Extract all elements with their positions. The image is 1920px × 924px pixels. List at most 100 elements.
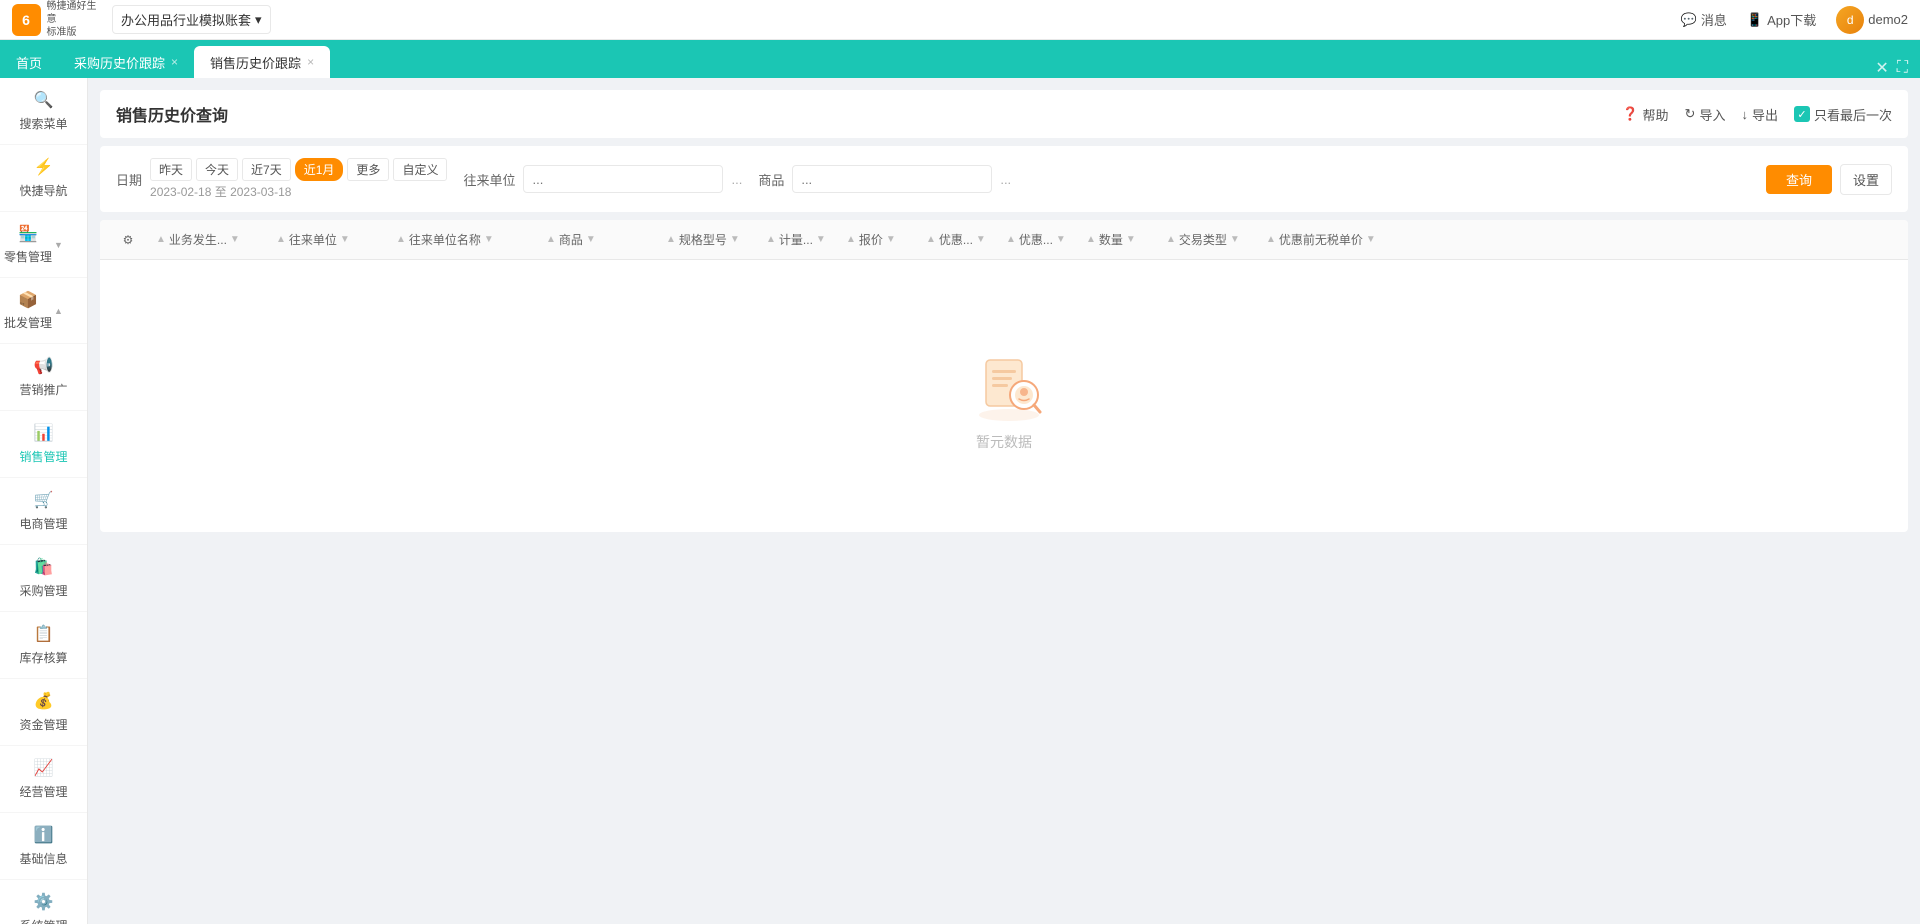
sidebar-item-retail[interactable]: 🏪 零售管理 ▼ xyxy=(0,212,87,278)
sidebar-item-ecommerce[interactable]: 🛒 电商管理 xyxy=(0,478,87,545)
ecommerce-icon: 🛒 xyxy=(34,490,54,510)
th-quantity[interactable]: ▲ 数量 ▼ xyxy=(1078,231,1158,248)
svg-text:6: 6 xyxy=(22,12,30,28)
th-quote[interactable]: ▲ 报价 ▼ xyxy=(838,231,918,248)
sidebar-item-finance[interactable]: 💰 资金管理 xyxy=(0,679,87,746)
sidebar: 🔍 搜索菜单 ⚡ 快捷导航 🏪 零售管理 ▼ 📦 批发管理 ▲ 📢 营销推广 xyxy=(0,78,88,924)
sidebar-item-basic[interactable]: ℹ️ 基础信息 xyxy=(0,813,87,880)
th-unit-code[interactable]: ▲ 往来单位 ▼ xyxy=(268,231,388,248)
th-discount2[interactable]: ▲ 优惠... ▼ xyxy=(998,231,1078,248)
source-label: 往来单位 xyxy=(463,170,515,189)
th-biz-date[interactable]: ▲ 业务发生... ▼ xyxy=(148,231,268,248)
logo-area: 6 畅捷通好生意标准版 xyxy=(12,0,100,39)
tab-sales-close[interactable]: × xyxy=(307,55,314,69)
tab-sales[interactable]: 销售历史价跟踪 × xyxy=(194,46,330,78)
sidebar-item-search[interactable]: 🔍 搜索菜单 xyxy=(0,78,87,145)
close-all-button[interactable]: ✕ xyxy=(1875,58,1888,78)
marketing-icon: 📢 xyxy=(34,356,54,376)
import-button[interactable]: ↻ 导入 xyxy=(1685,105,1726,124)
table-settings-icon: ⚙ xyxy=(123,233,134,247)
tab-home-label: 首页 xyxy=(16,53,42,72)
tab-purchase-close[interactable]: × xyxy=(171,55,178,69)
user-menu[interactable]: d demo2 xyxy=(1836,6,1908,34)
tab-right-buttons: ✕ ⛶ xyxy=(1875,58,1920,78)
th-spec-sort-up: ▲ xyxy=(666,234,676,245)
th-product[interactable]: ▲ 商品 ▼ xyxy=(538,231,658,248)
app-selector[interactable]: 办公用品行业模拟账套 ▾ xyxy=(112,5,271,34)
logo-icon: 6 xyxy=(12,4,41,36)
th-trade-sort-down: ▼ xyxy=(1230,234,1240,245)
sidebar-item-sales-mgmt[interactable]: 📊 销售管理 xyxy=(0,411,87,478)
help-label: 帮助 xyxy=(1643,105,1669,124)
sidebar-item-marketing[interactable]: 📢 营销推广 xyxy=(0,344,87,411)
date-label: 日期 xyxy=(116,170,142,189)
import-label: 导入 xyxy=(1699,105,1725,124)
th-disc1-sort-down: ▼ xyxy=(976,234,986,245)
product-dots-button[interactable]: ... xyxy=(1000,172,1011,187)
message-button[interactable]: 💬 消息 xyxy=(1681,10,1727,29)
source-dots-button[interactable]: ... xyxy=(731,172,742,187)
only-last-checkbox[interactable]: ✓ 只看最后一次 xyxy=(1794,105,1892,124)
sidebar-item-shortcut[interactable]: ⚡ 快捷导航 xyxy=(0,145,87,212)
th-discount1[interactable]: ▲ 优惠... ▼ xyxy=(918,231,998,248)
date-btn-custom[interactable]: 自定义 xyxy=(393,158,447,181)
sidebar-item-inventory[interactable]: 📋 库存核算 xyxy=(0,612,87,679)
app-download-label: App下载 xyxy=(1767,10,1816,29)
date-btn-today[interactable]: 今天 xyxy=(196,158,238,181)
date-range-display: 2023-02-18 至 2023-03-18 xyxy=(150,183,447,200)
sidebar-sales-mgmt-label: 销售管理 xyxy=(19,448,67,465)
th-unit-sort-down: ▼ xyxy=(340,234,350,245)
sidebar-item-system[interactable]: ⚙️ 系统管理 xyxy=(0,880,87,924)
th-disc2-sort-down: ▼ xyxy=(1056,234,1066,245)
date-btn-yesterday[interactable]: 昨天 xyxy=(150,158,192,181)
tab-purchase[interactable]: 采购历史价跟踪 × xyxy=(58,46,194,78)
product-input[interactable] xyxy=(792,165,992,193)
system-icon: ⚙️ xyxy=(34,892,54,912)
product-filter-group: 商品 ... xyxy=(758,165,1011,193)
sidebar-item-operations[interactable]: 📈 经营管理 xyxy=(0,746,87,813)
tab-sales-label: 销售历史价跟踪 xyxy=(210,53,301,72)
sidebar-item-purchase[interactable]: 🛍️ 采购管理 xyxy=(0,545,87,612)
date-btn-more[interactable]: 更多 xyxy=(347,158,389,181)
top-bar: 6 畅捷通好生意标准版 办公用品行业模拟账套 ▾ 💬 消息 📱 App下载 d … xyxy=(0,0,1920,40)
table-settings-col[interactable]: ⚙ xyxy=(108,233,148,247)
sidebar-wholesale-label: 批发管理 xyxy=(4,314,52,331)
maximize-button[interactable]: ⛶ xyxy=(1897,59,1908,77)
query-button[interactable]: 查询 xyxy=(1766,165,1832,194)
table-container: ⚙ ▲ 业务发生... ▼ ▲ 往来单位 ▼ ▲ 往来单位名称 xyxy=(100,220,1908,532)
tab-home[interactable]: 首页 xyxy=(0,46,58,78)
date-btn-last7[interactable]: 近7天 xyxy=(242,158,291,181)
sidebar-item-wholesale[interactable]: 📦 批发管理 ▲ xyxy=(0,278,87,344)
th-pretax-price[interactable]: ▲ 优惠前无税单价 ▼ xyxy=(1258,231,1900,248)
th-product-sort-down: ▼ xyxy=(586,234,596,245)
date-button-group: 昨天 今天 近7天 近1月 更多 自定义 xyxy=(150,158,447,181)
settings-button[interactable]: 设置 xyxy=(1840,164,1892,195)
th-unit2-sort-up: ▲ xyxy=(766,234,776,245)
th-quote-sort-up: ▲ xyxy=(846,234,856,245)
th-spec[interactable]: ▲ 规格型号 ▼ xyxy=(658,231,758,248)
chevron-down-icon: ▾ xyxy=(255,12,262,28)
sidebar-ecommerce-label: 电商管理 xyxy=(19,515,67,532)
operations-icon: 📈 xyxy=(34,758,54,778)
th-product-sort-up: ▲ xyxy=(546,234,556,245)
app-download-button[interactable]: 📱 App下载 xyxy=(1747,10,1816,29)
source-input[interactable] xyxy=(523,165,723,193)
page-title: 销售历史价查询 xyxy=(116,102,228,126)
sidebar-search-label: 搜索菜单 xyxy=(19,115,67,132)
th-unit2-sort-down: ▼ xyxy=(816,234,826,245)
th-unit-name[interactable]: ▲ 往来单位名称 ▼ xyxy=(388,231,538,248)
sidebar-operations-label: 经营管理 xyxy=(19,783,67,800)
help-button[interactable]: ❓ 帮助 xyxy=(1622,105,1668,124)
th-unit[interactable]: ▲ 计量... ▼ xyxy=(758,231,838,248)
content-area: 销售历史价查询 ❓ 帮助 ↻ 导入 ↓ 导出 ✓ xyxy=(88,78,1920,924)
sort-down-icon: ▼ xyxy=(230,234,240,245)
date-btn-last1m[interactable]: 近1月 xyxy=(295,158,344,181)
empty-text: 暂元数据 xyxy=(976,432,1032,452)
retail-icon: 🏪 xyxy=(18,224,38,244)
download-icon: 📱 xyxy=(1747,12,1763,28)
th-trade-type[interactable]: ▲ 交易类型 ▼ xyxy=(1158,231,1258,248)
page-header-actions: ❓ 帮助 ↻ 导入 ↓ 导出 ✓ 只看最后一次 xyxy=(1622,105,1892,124)
filter-bar: 日期 昨天 今天 近7天 近1月 更多 自定义 2023-02-18 至 202… xyxy=(100,146,1908,212)
export-button[interactable]: ↓ 导出 xyxy=(1741,105,1778,124)
th-quote-sort-down: ▼ xyxy=(886,234,896,245)
